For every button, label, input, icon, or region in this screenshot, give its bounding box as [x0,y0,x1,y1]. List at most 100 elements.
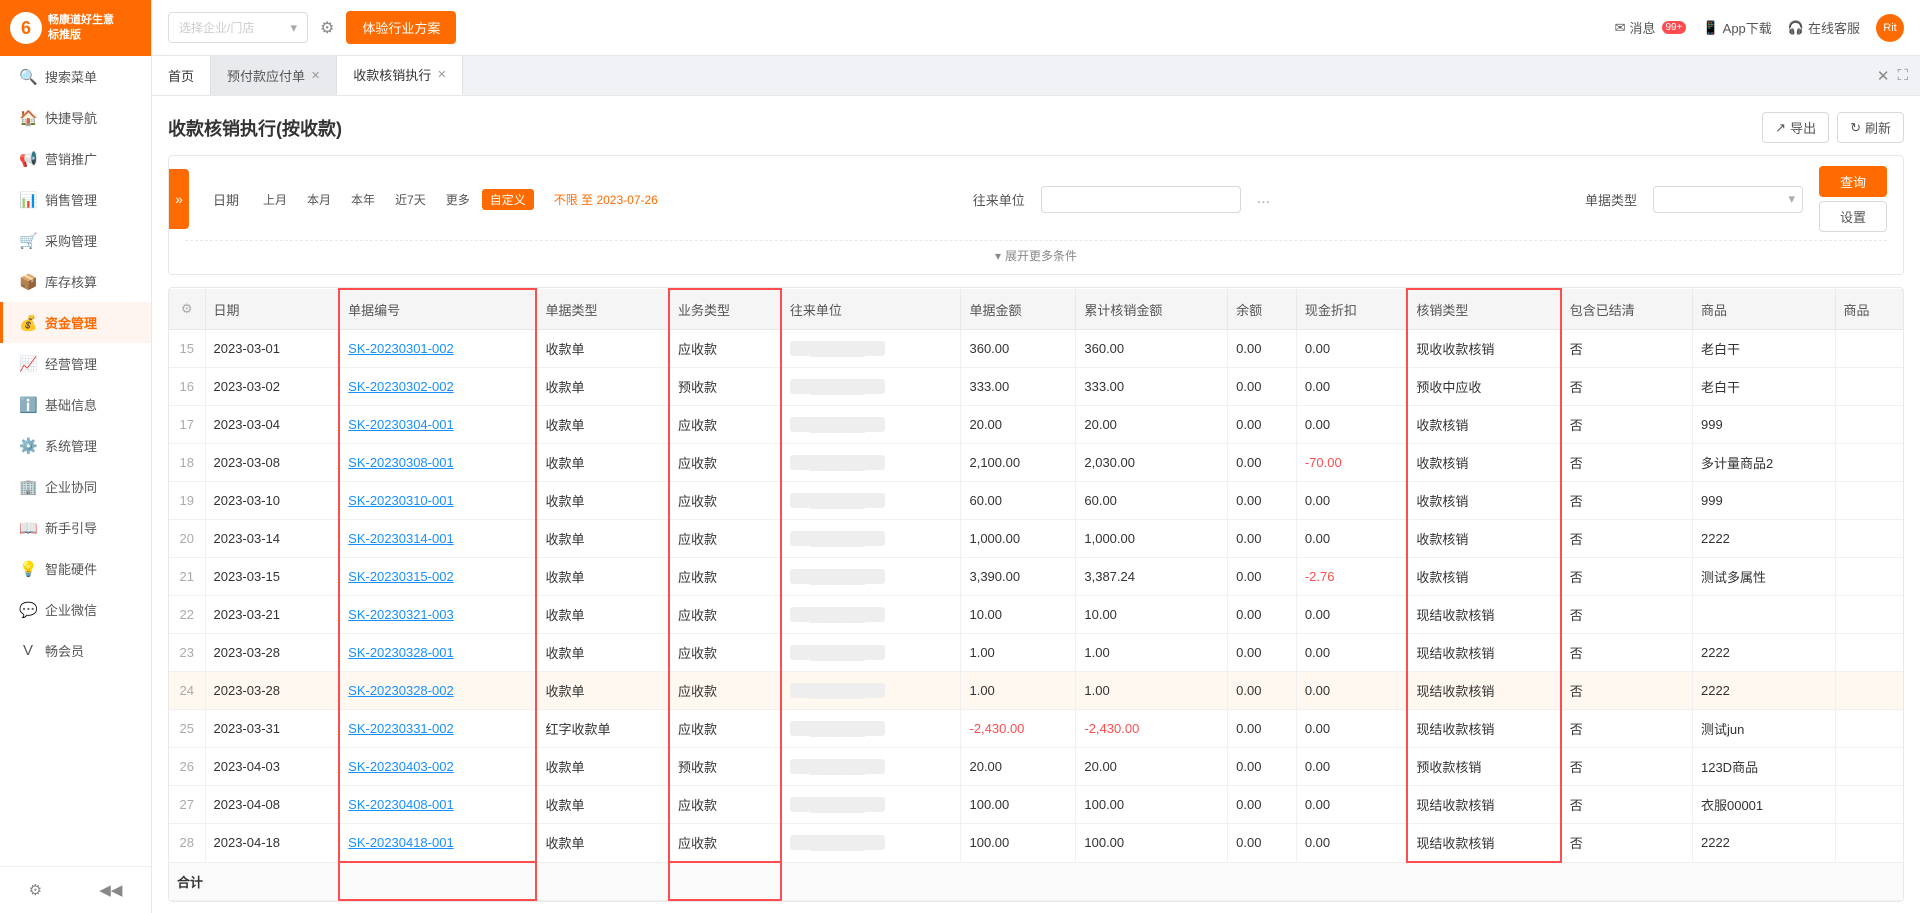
voucher-type-select[interactable] [1653,186,1803,213]
refresh-button[interactable]: ↻ 刷新 [1837,112,1904,143]
sidebar-item-operation[interactable]: 📈 经营管理 [0,343,151,384]
td-biz-type: 应收款 [669,824,781,863]
td-amount: 3,390.00 [961,558,1076,596]
pill-custom[interactable]: 自定义 [482,189,534,210]
industry-solution-button[interactable]: 体验行业方案 [346,11,456,44]
sidebar-item-wechat[interactable]: 💬 企业微信 [0,589,151,630]
topbar-app-item[interactable]: 📱 App下载 [1702,18,1771,37]
topbar-store-dropdown[interactable]: 选择企业/门店 ▾ [168,12,308,43]
td-balance: 0.00 [1228,444,1297,482]
td-date: 2023-03-04 [205,406,339,444]
td-amount: 100.00 [961,786,1076,824]
sidebar-collapse-btn[interactable]: ◀◀ [91,877,130,903]
table-row: 19 2023-03-10 SK-20230310-001 收款单 应收款 ██… [169,482,1903,520]
topbar-gear-icon[interactable]: ⚙ [320,18,334,38]
td-write-off-amount: 1.00 [1076,634,1228,672]
topbar-message-item[interactable]: ✉ 消息 99+ [1615,18,1687,37]
sidebar-item-quicknav[interactable]: 🏠 快捷导航 [0,97,151,138]
data-table: ⚙ 日期 单据编号 单据类型 业务类型 往来单位 单据金额 累计核销金额 余额 … [169,288,1903,901]
sidebar-item-purchase[interactable]: 🛒 采购管理 [0,220,151,261]
sidebar-item-guide[interactable]: 📖 新手引导 [0,507,151,548]
pill-7days[interactable]: 近7天 [387,189,434,210]
store-placeholder: 选择企业/门店 [179,19,286,36]
sidebar-item-system[interactable]: ⚙️ 系统管理 [0,425,151,466]
tab-home[interactable]: 首页 [152,56,211,95]
td-voucher-type: 收款单 [536,672,669,710]
sidebar-item-finance[interactable]: 💰 资金管理 [0,302,151,343]
pill-more[interactable]: 更多 [438,189,478,210]
sidebar-item-search[interactable]: 🔍 搜索菜单 [0,56,151,97]
export-button[interactable]: ↗ 导出 [1762,112,1829,143]
sidebar-item-basic[interactable]: ℹ️ 基础信息 [0,384,151,425]
td-voucher-no: SK-20230408-001 [339,786,536,824]
td-date: 2023-03-15 [205,558,339,596]
filter-expand-sidebar-btn[interactable]: » [169,169,189,229]
td-voucher-type: 收款单 [536,558,669,596]
page-header: 收款核销执行(按收款) ↗ 导出 ↻ 刷新 [168,112,1904,143]
td-product: 2222 [1692,672,1835,710]
sidebar-item-marketing[interactable]: 📢 营销推广 [0,138,151,179]
sidebar-item-enterprise[interactable]: 🏢 企业协同 [0,466,151,507]
sidebar-item-member[interactable]: V 畅会员 [0,630,151,671]
td-voucher-no: SK-20230403-002 [339,748,536,786]
td-product2 [1835,482,1903,520]
tab-receipt[interactable]: 收款核销执行 ✕ [337,56,463,95]
page-container: 收款核销执行(按收款) ↗ 导出 ↻ 刷新 » 日期 [152,96,1920,913]
td-biz-type: 应收款 [669,482,781,520]
td-product2 [1835,406,1903,444]
sidebar-item-hardware[interactable]: 💡 智能硬件 [0,548,151,589]
tab-receipt-close[interactable]: ✕ [437,68,446,81]
tab-prepay-close[interactable]: ✕ [311,69,320,82]
td-no: 26 [169,748,205,786]
tab-close-window-btn[interactable]: ✕ [1877,67,1890,85]
td-voucher-no: SK-20230328-001 [339,634,536,672]
sidebar-item-sales[interactable]: 📊 销售管理 [0,179,151,220]
tab-maximize-btn[interactable]: ⛶ [1897,67,1908,84]
table-row: 27 2023-04-08 SK-20230408-001 收款单 应收款 ██… [169,786,1903,824]
td-amount: 1.00 [961,634,1076,672]
td-write-off-amount: 333.00 [1076,368,1228,406]
setting-button[interactable]: 设置 [1819,201,1887,232]
pill-last-month[interactable]: 上月 [255,189,295,210]
expand-more-btn[interactable]: ▾ 展开更多条件 [995,247,1077,264]
td-date: 2023-03-31 [205,710,339,748]
td-product: 2222 [1692,824,1835,863]
sidebar-settings-btn[interactable]: ⚙ [21,877,50,903]
td-total-type [536,862,669,900]
td-amount: 2,100.00 [961,444,1076,482]
td-include-settled: 否 [1561,330,1693,368]
td-partner: ██████ [781,330,961,368]
td-total-rest [781,862,1903,900]
expand-more-icon: ▾ [995,249,1001,263]
td-cash-discount: 0.00 [1296,368,1407,406]
td-write-off-amount: 60.00 [1076,482,1228,520]
partner-more-icon[interactable]: ... [1257,190,1270,208]
partner-input[interactable] [1041,186,1241,213]
query-button[interactable]: 查询 [1819,166,1887,197]
table-body: 15 2023-03-01 SK-20230301-002 收款单 应收款 ██… [169,330,1903,901]
enterprise-icon: 🏢 [19,478,37,496]
td-partner: ██████ [781,368,961,406]
pill-this-month[interactable]: 本月 [299,189,339,210]
td-voucher-no: SK-20230328-002 [339,672,536,710]
th-settings[interactable]: ⚙ [169,289,205,330]
marketing-icon: 📢 [19,150,37,168]
inventory-icon: 📦 [19,273,37,291]
td-voucher-no: SK-20230310-001 [339,482,536,520]
sidebar-item-inventory[interactable]: 📦 库存核算 [0,261,151,302]
pill-this-year[interactable]: 本年 [343,189,383,210]
topbar-avatar[interactable]: Rit [1876,14,1904,42]
td-biz-type: 应收款 [669,634,781,672]
th-balance: 余额 [1228,289,1297,330]
data-table-container: ⚙ 日期 单据编号 单据类型 业务类型 往来单位 单据金额 累计核销金额 余额 … [168,287,1904,902]
table-row: 20 2023-03-14 SK-20230314-001 收款单 应收款 ██… [169,520,1903,558]
td-write-off-type: 收款核销 [1407,444,1560,482]
td-product2 [1835,368,1903,406]
td-date: 2023-04-08 [205,786,339,824]
main-area: 选择企业/门店 ▾ ⚙ 体验行业方案 ✉ 消息 99+ 📱 App下载 🎧 在线… [152,0,1920,913]
td-voucher-no: SK-20230315-002 [339,558,536,596]
topbar-service-item[interactable]: 🎧 在线客服 [1788,18,1860,37]
tab-prepay[interactable]: 预付款应付单 ✕ [211,56,337,95]
message-icon: ✉ [1615,20,1626,36]
td-voucher-type: 收款单 [536,596,669,634]
